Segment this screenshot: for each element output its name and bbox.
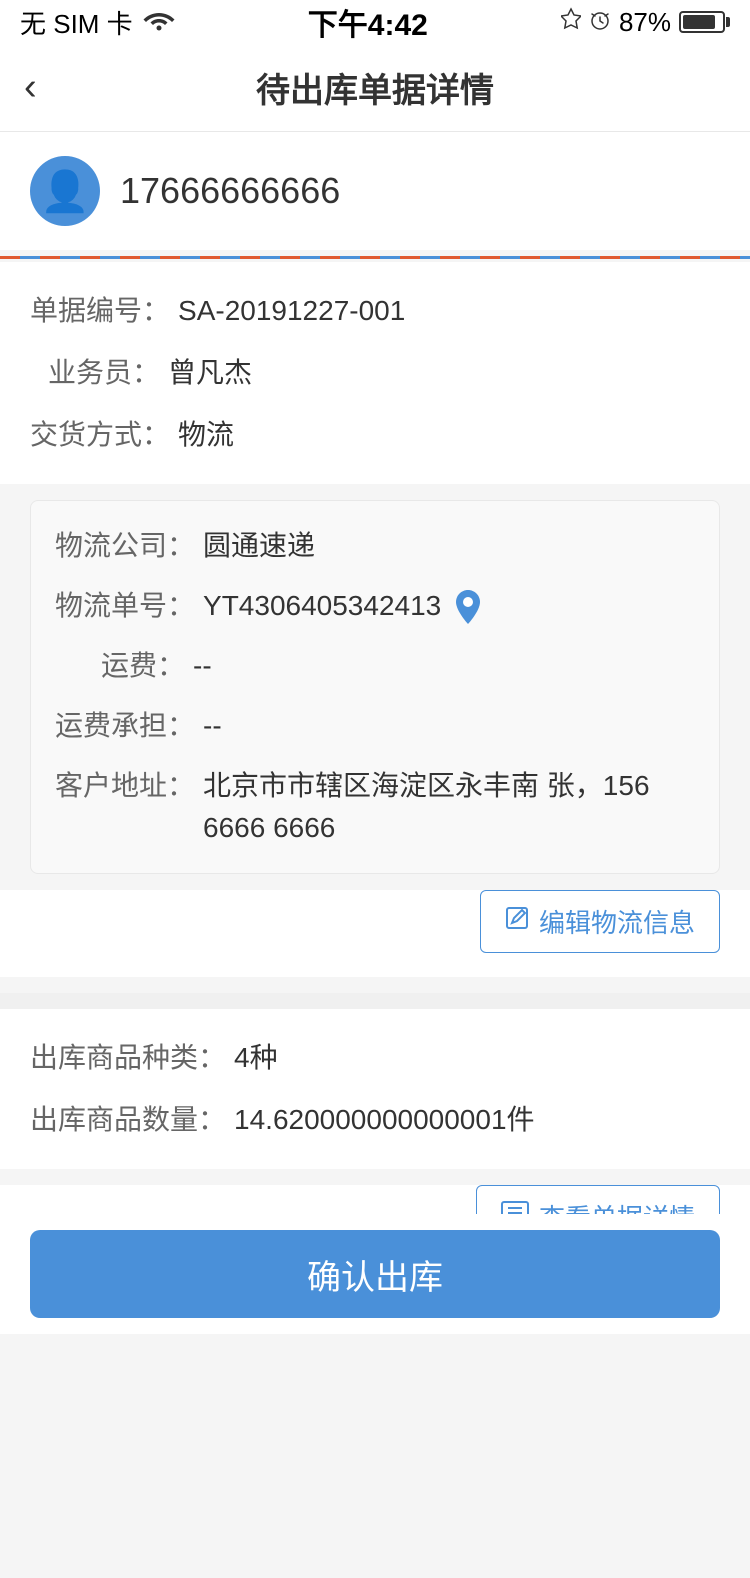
freight-bearer-label: 运费承担： xyxy=(55,705,195,747)
salesman-label: 业务员： xyxy=(30,352,160,394)
freight-label: 运费： xyxy=(55,645,185,687)
edit-logistics-label: 编辑物流信息 xyxy=(539,903,695,940)
address-row: 客户地址： 北京市市辖区海淀区永丰南 张，156 6666 6666 xyxy=(55,765,695,849)
edit-logistics-button[interactable]: 编辑物流信息 xyxy=(480,890,720,953)
order-no-label: 单据编号： xyxy=(30,290,170,332)
confirm-btn-wrapper: 确认出库 xyxy=(0,1214,750,1334)
delivery-label: 交货方式： xyxy=(30,414,170,456)
alarm-icon xyxy=(589,7,611,38)
logistics-company-row: 物流公司： 圆通速递 xyxy=(55,525,695,567)
dashed-separator xyxy=(0,254,750,262)
status-left: 无 SIM 卡 xyxy=(20,4,175,41)
freight-row: 运费： -- xyxy=(55,645,695,687)
edit-icon xyxy=(505,906,529,937)
tracking-no-label: 物流单号： xyxy=(55,585,195,627)
edit-btn-wrapper: 编辑物流信息 xyxy=(0,890,750,977)
confirm-button[interactable]: 确认出库 xyxy=(30,1230,720,1318)
logistics-company-label: 物流公司： xyxy=(55,525,195,567)
address-value: 北京市市辖区海淀区永丰南 张，156 6666 6666 xyxy=(203,765,695,849)
wifi-icon xyxy=(143,7,175,38)
avatar: 👤 xyxy=(30,156,100,226)
logistics-card: 物流公司： 圆通速递 物流单号： YT4306405342413 运费： -- … xyxy=(30,500,720,874)
goods-types-row: 出库商品种类： 4种 xyxy=(30,1037,720,1079)
goods-types-value: 4种 xyxy=(234,1037,720,1079)
customer-header: 👤 17666666666 xyxy=(0,132,750,250)
goods-qty-label: 出库商品数量： xyxy=(30,1099,226,1141)
battery-percent: 87% xyxy=(619,7,671,38)
goods-types-label: 出库商品种类： xyxy=(30,1037,226,1079)
address-label: 客户地址： xyxy=(55,765,195,807)
time-display: 下午4:42 xyxy=(308,0,428,44)
page-title: 待出库单据详情 xyxy=(256,63,494,112)
tracking-location-pin[interactable] xyxy=(453,589,483,623)
order-info-section: 单据编号： SA-20191227-001 业务员： 曾凡杰 交货方式： 物流 xyxy=(0,262,750,484)
delivery-value: 物流 xyxy=(178,414,720,456)
tracking-no-value: YT4306405342413 xyxy=(203,585,695,627)
logistics-company-value: 圆通速递 xyxy=(203,525,695,567)
goods-qty-value: 14.620000000000001件 xyxy=(234,1099,720,1141)
freight-bearer-row: 运费承担： -- xyxy=(55,705,695,747)
battery-icon xyxy=(679,11,730,33)
salesman-row: 业务员： 曾凡杰 xyxy=(30,352,720,394)
person-icon: 👤 xyxy=(40,168,90,215)
customer-phone: 17666666666 xyxy=(120,170,340,212)
goods-section: 出库商品种类： 4种 出库商品数量： 14.620000000000001件 xyxy=(0,1009,750,1169)
status-bar: 无 SIM 卡 下午4:42 87% xyxy=(0,0,750,44)
goods-qty-row: 出库商品数量： 14.620000000000001件 xyxy=(30,1099,720,1141)
salesman-value: 曾凡杰 xyxy=(168,352,720,394)
carrier-text: 无 SIM 卡 xyxy=(20,4,133,41)
location-icon xyxy=(561,7,581,38)
tracking-no-row: 物流单号： YT4306405342413 xyxy=(55,585,695,627)
freight-bearer-value: -- xyxy=(203,705,695,747)
status-right: 87% xyxy=(561,7,730,38)
section-divider xyxy=(0,993,750,1009)
order-no-row: 单据编号： SA-20191227-001 xyxy=(30,290,720,332)
back-button[interactable]: ‹ xyxy=(24,66,37,109)
delivery-row: 交货方式： 物流 xyxy=(30,414,720,456)
nav-bar: ‹ 待出库单据详情 xyxy=(0,44,750,132)
order-no-value: SA-20191227-001 xyxy=(178,290,720,332)
freight-value: -- xyxy=(193,645,695,687)
